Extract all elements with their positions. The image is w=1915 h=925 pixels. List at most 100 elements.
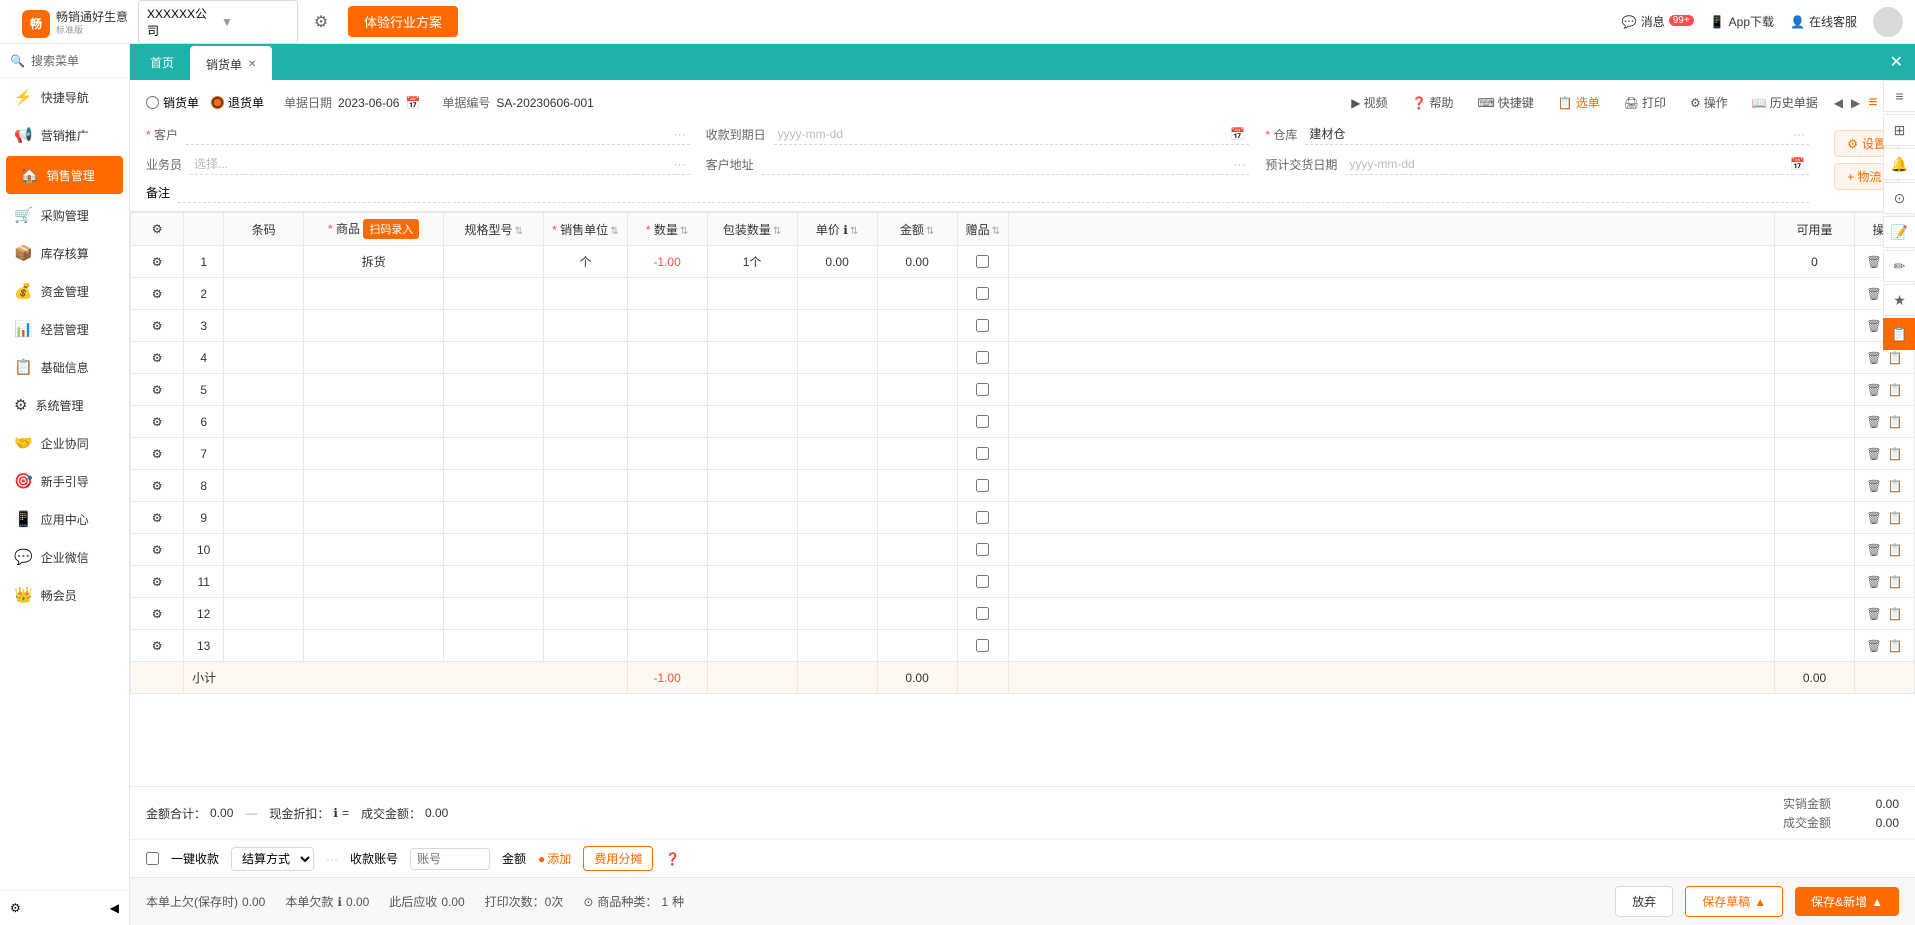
delete-icon[interactable]: 🗑 (1866, 319, 1881, 333)
cash-discount-info-icon[interactable]: ℹ (333, 806, 338, 820)
row-barcode[interactable] (224, 246, 304, 278)
message-item[interactable]: 💬 消息 99+ (1622, 13, 1694, 30)
delete-icon[interactable]: 🗑 (1866, 255, 1881, 269)
row-spec[interactable] (444, 246, 544, 278)
toolbar-select-btn[interactable]: 📋 选单 (1550, 92, 1608, 113)
copy-icon[interactable]: 📋 (1888, 511, 1903, 525)
copy-icon[interactable]: 📋 (1888, 639, 1903, 653)
delete-icon[interactable]: 🗑 (1866, 639, 1881, 653)
warehouse-value[interactable]: 建材仓 ··· (1305, 123, 1809, 145)
sidebar-item-basic-info[interactable]: 📋 基础信息 (0, 348, 129, 386)
avatar[interactable] (1873, 7, 1903, 37)
delete-icon[interactable]: 🗑 (1866, 415, 1881, 429)
sidebar-settings-icon[interactable]: ⚙ (10, 901, 21, 915)
save-new-button[interactable]: 保存&新增 ▲ (1795, 887, 1899, 916)
one-click-payment-checkbox[interactable] (146, 852, 159, 865)
salesperson-value[interactable]: 选择... ··· (190, 153, 690, 175)
sidebar-item-system[interactable]: ⚙ 系统管理 (0, 386, 129, 424)
row-gift[interactable] (957, 246, 1008, 278)
trial-button[interactable]: 体验行业方案 (348, 6, 458, 37)
abandon-button[interactable]: 放弃 (1615, 886, 1673, 917)
due-date-calendar-icon[interactable]: 📅 (1230, 127, 1245, 141)
sidebar-item-enterprise[interactable]: 🤝 企业协同 (0, 424, 129, 462)
next-record-icon[interactable]: ▶ (1851, 96, 1860, 110)
order-owed-info-icon[interactable]: ℹ (337, 895, 342, 909)
company-selector[interactable]: XXXXXX公司 ▼ (138, 0, 298, 44)
sidebar-item-sales[interactable]: 🏠 销售管理 (6, 156, 123, 194)
copy-icon[interactable]: 📋 (1888, 607, 1903, 621)
remarks-input[interactable] (178, 181, 1809, 203)
delete-icon[interactable]: 🗑 (1866, 447, 1881, 461)
float-btn-7[interactable]: ★ (1883, 284, 1915, 316)
tab-home[interactable]: 首页 (134, 44, 190, 80)
radio-sales-order[interactable]: 销货单 (146, 94, 199, 111)
copy-icon[interactable]: 📋 (1888, 543, 1903, 557)
copy-icon[interactable]: 📋 (1888, 575, 1903, 589)
sidebar-item-wechat[interactable]: 💬 企业微信 (0, 538, 129, 576)
sidebar-item-quick-nav[interactable]: ⚡ 快捷导航 (0, 78, 129, 116)
float-btn-5[interactable]: 📝 (1883, 216, 1915, 248)
radio-return-order[interactable]: 退货单 (211, 94, 264, 111)
toolbar-shortcut-btn[interactable]: ⌨ 快捷键 (1469, 92, 1541, 113)
calendar-icon[interactable]: 📅 (405, 96, 420, 110)
online-service-item[interactable]: 👤 在线客服 (1790, 13, 1857, 30)
copy-icon[interactable]: 📋 (1888, 415, 1903, 429)
toolbar-video-btn[interactable]: ▶ 视频 (1343, 92, 1395, 113)
sidebar-search[interactable]: 🔍 搜索菜单 (0, 44, 129, 78)
delete-icon[interactable]: 🗑 (1866, 383, 1881, 397)
row-packqty[interactable]: 1个 (707, 246, 797, 278)
due-date-value[interactable]: yyyy-mm-dd 📅 (774, 123, 1250, 145)
sidebar-item-app-center[interactable]: 📱 应用中心 (0, 500, 129, 538)
toolbar-history-btn[interactable]: 📖 历史单据 (1744, 92, 1826, 113)
float-btn-4[interactable]: ⊙ (1883, 182, 1915, 214)
row-product[interactable]: 拆货 (304, 246, 444, 278)
row-unit[interactable]: 个 (544, 246, 627, 278)
customer-address-value[interactable]: ··· (762, 153, 1250, 175)
toolbar-print-btn[interactable]: 🖨 打印 (1616, 92, 1674, 113)
customer-value[interactable]: ··· (186, 123, 690, 145)
toolbar-help-btn[interactable]: ❓ 帮助 (1404, 92, 1462, 113)
delete-icon[interactable]: 🗑 (1866, 575, 1881, 589)
delivery-calendar-icon[interactable]: 📅 (1790, 157, 1805, 171)
sidebar-collapse-icon[interactable]: ◀ (110, 901, 119, 915)
settings-icon[interactable]: ⚙ (306, 7, 336, 37)
sidebar-item-marketing[interactable]: 📢 营销推广 (0, 116, 129, 154)
row-amount[interactable]: 0.00 (877, 246, 957, 278)
float-btn-3[interactable]: 🔔 (1883, 148, 1915, 180)
expense-split-button[interactable]: 费用分摊 (583, 846, 653, 871)
expected-delivery-value[interactable]: yyyy-mm-dd 📅 (1345, 153, 1809, 175)
expense-help-icon[interactable]: ❓ (665, 852, 680, 866)
row-price[interactable]: 0.00 (797, 246, 877, 278)
delete-icon[interactable]: 🗑 (1866, 607, 1881, 621)
sidebar-item-purchase[interactable]: 🛒 采购管理 (0, 196, 129, 234)
sidebar-item-guide[interactable]: 🎯 新手引导 (0, 462, 129, 500)
delete-icon[interactable]: 🗑 (1866, 287, 1881, 301)
copy-icon[interactable]: 📋 (1888, 447, 1903, 461)
product-types-icon[interactable]: ⊙ (583, 895, 593, 909)
sidebar-item-finance[interactable]: 💰 资金管理 (0, 272, 129, 310)
delete-icon[interactable]: 🗑 (1866, 511, 1881, 525)
sidebar-item-vip[interactable]: 👑 畅会员 (0, 576, 129, 614)
row-qty[interactable]: -1.00 (627, 246, 707, 278)
copy-icon[interactable]: 📋 (1888, 351, 1903, 365)
payment-method-select[interactable]: 结算方式 (231, 847, 314, 871)
scan-button[interactable]: 扫码录入 (363, 219, 419, 239)
toolbar-operations-btn[interactable]: ⚙ 操作 (1682, 92, 1736, 113)
sidebar-item-operations[interactable]: 📊 经营管理 (0, 310, 129, 348)
float-btn-2[interactable]: ⊞ (1883, 114, 1915, 146)
delete-icon[interactable]: 🗑 (1866, 543, 1881, 557)
prev-record-icon[interactable]: ◀ (1834, 96, 1843, 110)
add-payment-button[interactable]: ● 添加 (538, 850, 571, 867)
delete-icon[interactable]: 🗑 (1866, 351, 1881, 365)
tab-close-icon[interactable]: ✕ (248, 59, 256, 70)
app-download-item[interactable]: 📱 App下载 (1710, 13, 1774, 30)
copy-icon[interactable]: 📋 (1888, 479, 1903, 493)
col-settings-header[interactable]: ⚙ (131, 213, 184, 246)
float-btn-1[interactable]: ≡ (1883, 80, 1915, 112)
save-draft-button[interactable]: 保存草稿 ▲ (1685, 886, 1783, 917)
row-settings[interactable]: ⚙ (131, 246, 184, 278)
list-view-icon[interactable]: ≡ (1868, 94, 1877, 112)
tab-bar-close-icon[interactable]: ✕ (1878, 52, 1915, 72)
float-btn-6[interactable]: ✏ (1883, 250, 1915, 282)
float-btn-orange[interactable]: 📋 (1883, 318, 1915, 350)
